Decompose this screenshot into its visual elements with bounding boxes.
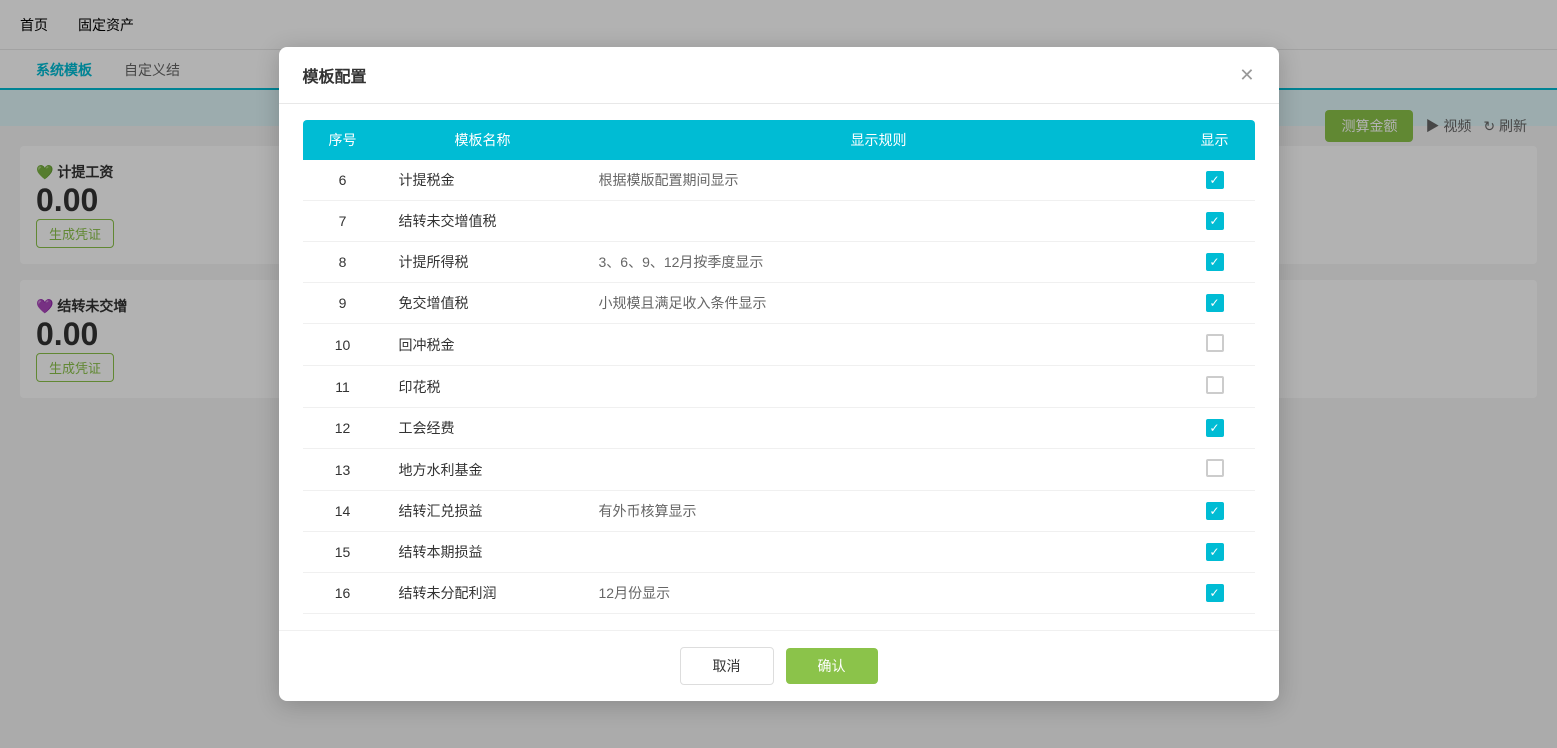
cell-seq: 10: [303, 324, 383, 366]
cell-display[interactable]: [1175, 242, 1255, 283]
cell-rule: [583, 408, 1175, 449]
cell-rule: [583, 532, 1175, 573]
cell-display[interactable]: [1175, 283, 1255, 324]
cell-rule: [583, 449, 1175, 491]
cell-name: 结转未交增值税: [383, 201, 583, 242]
cell-display[interactable]: [1175, 491, 1255, 532]
cell-name: 免交增值税: [383, 283, 583, 324]
cell-display[interactable]: [1175, 408, 1255, 449]
table-row: 6计提税金根据模版配置期间显示: [303, 160, 1255, 201]
cancel-button[interactable]: 取消: [680, 647, 774, 685]
confirm-button[interactable]: 确认: [786, 648, 878, 684]
cell-display[interactable]: [1175, 160, 1255, 201]
checkbox-11[interactable]: [1206, 376, 1224, 394]
checkbox-9[interactable]: [1206, 294, 1224, 312]
checkbox-10[interactable]: [1206, 334, 1224, 352]
cell-rule: 根据模版配置期间显示: [583, 160, 1175, 201]
cell-name: 回冲税金: [383, 324, 583, 366]
table-row: 13地方水利基金: [303, 449, 1255, 491]
cell-seq: 16: [303, 573, 383, 614]
col-name: 模板名称: [383, 120, 583, 160]
modal-overlay: 模板配置 ✕ 序号 模板名称 显示规则 显示 6计提税金根据模版配置期间显示7结…: [0, 0, 1557, 748]
cell-seq: 9: [303, 283, 383, 324]
cell-seq: 11: [303, 366, 383, 408]
checkbox-12[interactable]: [1206, 419, 1224, 437]
cell-seq: 12: [303, 408, 383, 449]
cell-name: 结转汇兑损益: [383, 491, 583, 532]
cell-rule: [583, 366, 1175, 408]
cell-display[interactable]: [1175, 324, 1255, 366]
table-row: 11印花税: [303, 366, 1255, 408]
table-row: 14结转汇兑损益有外币核算显示: [303, 491, 1255, 532]
cell-display[interactable]: [1175, 449, 1255, 491]
cell-rule: 小规模且满足收入条件显示: [583, 283, 1175, 324]
cell-seq: 7: [303, 201, 383, 242]
table-row: 8计提所得税3、6、9、12月按季度显示: [303, 242, 1255, 283]
cell-name: 工会经费: [383, 408, 583, 449]
table-row: 7结转未交增值税: [303, 201, 1255, 242]
table-row: 15结转本期损益: [303, 532, 1255, 573]
col-display: 显示: [1175, 120, 1255, 160]
template-config-dialog: 模板配置 ✕ 序号 模板名称 显示规则 显示 6计提税金根据模版配置期间显示7结…: [279, 47, 1279, 701]
cell-display[interactable]: [1175, 366, 1255, 408]
cell-seq: 8: [303, 242, 383, 283]
cell-rule: 有外币核算显示: [583, 491, 1175, 532]
cell-seq: 13: [303, 449, 383, 491]
cell-name: 印花税: [383, 366, 583, 408]
cell-name: 结转未分配利润: [383, 573, 583, 614]
checkbox-7[interactable]: [1206, 212, 1224, 230]
checkbox-14[interactable]: [1206, 502, 1224, 520]
cell-rule: [583, 201, 1175, 242]
checkbox-6[interactable]: [1206, 171, 1224, 189]
cell-name: 计提所得税: [383, 242, 583, 283]
cell-rule: 3、6、9、12月按季度显示: [583, 242, 1175, 283]
cell-seq: 14: [303, 491, 383, 532]
checkbox-13[interactable]: [1206, 459, 1224, 477]
table-row: 12工会经费: [303, 408, 1255, 449]
checkbox-15[interactable]: [1206, 543, 1224, 561]
table-row: 9免交增值税小规模且满足收入条件显示: [303, 283, 1255, 324]
checkbox-8[interactable]: [1206, 253, 1224, 271]
config-table: 序号 模板名称 显示规则 显示 6计提税金根据模版配置期间显示7结转未交增值税8…: [303, 120, 1255, 614]
cell-name: 计提税金: [383, 160, 583, 201]
col-seq: 序号: [303, 120, 383, 160]
cell-name: 地方水利基金: [383, 449, 583, 491]
dialog-header: 模板配置 ✕: [279, 47, 1279, 104]
dialog-title: 模板配置: [303, 63, 367, 87]
dialog-body: 序号 模板名称 显示规则 显示 6计提税金根据模版配置期间显示7结转未交增值税8…: [279, 104, 1279, 630]
table-row: 10回冲税金: [303, 324, 1255, 366]
col-rule: 显示规则: [583, 120, 1175, 160]
cell-seq: 15: [303, 532, 383, 573]
cell-name: 结转本期损益: [383, 532, 583, 573]
cell-display[interactable]: [1175, 532, 1255, 573]
cell-rule: [583, 324, 1175, 366]
checkbox-16[interactable]: [1206, 584, 1224, 602]
cell-display[interactable]: [1175, 201, 1255, 242]
cell-display[interactable]: [1175, 573, 1255, 614]
dialog-footer: 取消 确认: [279, 630, 1279, 701]
cell-rule: 12月份显示: [583, 573, 1175, 614]
cell-seq: 6: [303, 160, 383, 201]
close-button[interactable]: ✕: [1239, 66, 1254, 84]
table-row: 16结转未分配利润12月份显示: [303, 573, 1255, 614]
